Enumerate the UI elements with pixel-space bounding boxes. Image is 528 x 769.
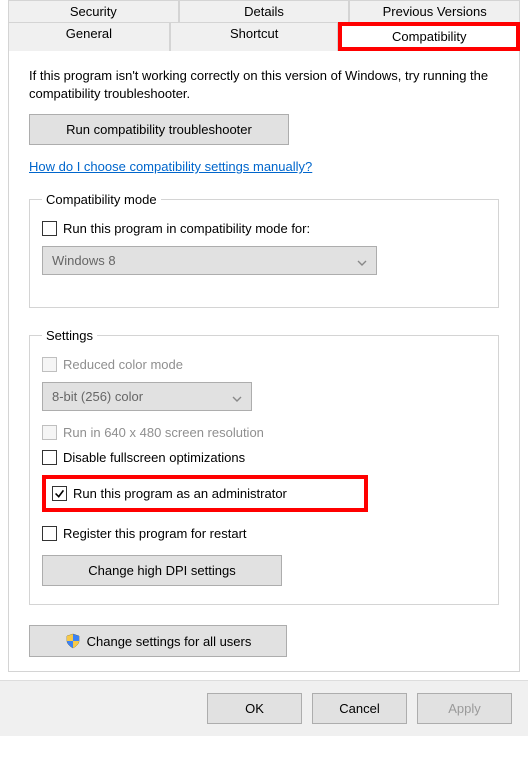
intro-text: If this program isn't working correctly … — [29, 67, 499, 102]
tab-security[interactable]: Security — [8, 0, 179, 22]
shield-icon — [65, 633, 81, 649]
chevron-down-icon — [357, 256, 367, 266]
color-value: 8-bit (256) color — [52, 389, 143, 404]
run-admin-label: Run this program as an administrator — [73, 486, 287, 501]
help-link[interactable]: How do I choose compatibility settings m… — [29, 159, 312, 174]
register-restart-checkbox[interactable] — [42, 526, 57, 541]
disable-fs-label: Disable fullscreen optimizations — [63, 450, 245, 465]
compat-mode-label: Run this program in compatibility mode f… — [63, 221, 310, 236]
tab-details[interactable]: Details — [179, 0, 350, 22]
tab-shortcut[interactable]: Shortcut — [170, 22, 339, 51]
chevron-down-icon — [232, 392, 242, 402]
color-dropdown: 8-bit (256) color — [42, 382, 252, 411]
compat-mode-checkbox[interactable] — [42, 221, 57, 236]
compat-os-dropdown[interactable]: Windows 8 — [42, 246, 377, 275]
admin-highlight: Run this program as an administrator — [42, 475, 368, 512]
compatibility-mode-group: Compatibility mode Run this program in c… — [29, 192, 499, 308]
apply-button[interactable]: Apply — [417, 693, 512, 724]
cancel-button[interactable]: Cancel — [312, 693, 407, 724]
settings-group: Settings Reduced color mode 8-bit (256) … — [29, 328, 499, 605]
run-640-label: Run in 640 x 480 screen resolution — [63, 425, 264, 440]
compatibility-mode-legend: Compatibility mode — [42, 192, 161, 207]
reduced-color-label: Reduced color mode — [63, 357, 183, 372]
tab-compatibility[interactable]: Compatibility — [338, 22, 520, 51]
run-admin-checkbox[interactable] — [52, 486, 67, 501]
change-all-users-button[interactable]: Change settings for all users — [29, 625, 287, 657]
change-all-users-label: Change settings for all users — [87, 634, 252, 649]
run-640-checkbox — [42, 425, 57, 440]
change-dpi-button[interactable]: Change high DPI settings — [42, 555, 282, 586]
reduced-color-checkbox — [42, 357, 57, 372]
dialog-footer: OK Cancel Apply — [0, 680, 528, 736]
compat-os-value: Windows 8 — [52, 253, 116, 268]
tab-general[interactable]: General — [8, 22, 170, 51]
settings-legend: Settings — [42, 328, 97, 343]
run-troubleshooter-button[interactable]: Run compatibility troubleshooter — [29, 114, 289, 145]
ok-button[interactable]: OK — [207, 693, 302, 724]
register-restart-label: Register this program for restart — [63, 526, 247, 541]
disable-fs-checkbox[interactable] — [42, 450, 57, 465]
tab-previous-versions[interactable]: Previous Versions — [349, 0, 520, 22]
